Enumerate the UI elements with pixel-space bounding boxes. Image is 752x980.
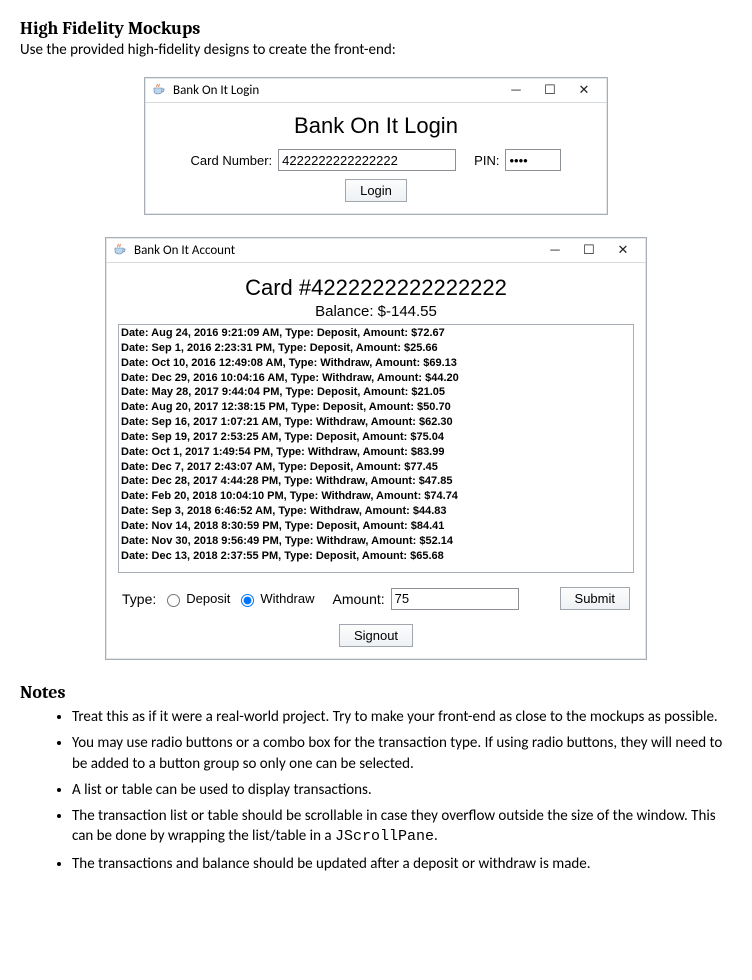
- notes-item: The transactions and balance should be u…: [72, 854, 732, 874]
- transaction-row[interactable]: Date: Dec 28, 2017 4:44:28 PM, Type: Wit…: [121, 474, 631, 489]
- withdraw-radio-label: Withdraw: [260, 591, 314, 606]
- account-window-title: Bank On It Account: [134, 243, 235, 258]
- transaction-row[interactable]: Date: Sep 1, 2016 2:23:31 PM, Type: Depo…: [121, 341, 631, 356]
- transaction-row[interactable]: Date: Nov 30, 2018 9:56:49 PM, Type: Wit…: [121, 534, 631, 549]
- login-client-area: Bank On It Login Card Number: PIN: Login: [145, 103, 607, 214]
- transaction-row[interactable]: Date: Dec 29, 2016 10:04:16 AM, Type: Wi…: [121, 371, 631, 386]
- transaction-row[interactable]: Date: Aug 20, 2017 12:38:15 PM, Type: De…: [121, 400, 631, 415]
- account-client-area: Card #4222222222222222 Balance: $-144.55…: [106, 263, 646, 659]
- java-cup-icon: [112, 242, 128, 258]
- login-button[interactable]: Login: [345, 179, 407, 202]
- transaction-row[interactable]: Date: Feb 20, 2018 10:04:10 PM, Type: Wi…: [121, 489, 631, 504]
- notes-item: The transaction list or table should be …: [72, 806, 732, 848]
- notes-list: Treat this as if it were a real-world pr…: [20, 707, 732, 874]
- account-titlebar: Bank On It Account — ☐ ✕: [106, 238, 646, 263]
- login-window-title: Bank On It Login: [173, 83, 259, 98]
- transaction-row[interactable]: Date: Oct 1, 2017 1:49:54 PM, Type: With…: [121, 445, 631, 460]
- transaction-row[interactable]: Date: Nov 14, 2018 8:30:59 PM, Type: Dep…: [121, 519, 631, 534]
- minimize-button[interactable]: —: [499, 83, 533, 98]
- notes-item: A list or table can be used to display t…: [72, 780, 732, 800]
- card-heading: Card #4222222222222222: [118, 275, 634, 301]
- withdraw-radio[interactable]: Withdraw: [236, 591, 314, 607]
- transaction-row[interactable]: Date: Sep 3, 2018 6:46:52 AM, Type: With…: [121, 504, 631, 519]
- amount-label: Amount:: [333, 591, 385, 607]
- close-button[interactable]: ✕: [606, 243, 640, 258]
- minimize-button[interactable]: —: [538, 243, 572, 258]
- transaction-form: Type: Deposit Withdraw Amount: Submit: [118, 573, 634, 620]
- transaction-row[interactable]: Date: Sep 16, 2017 1:07:21 AM, Type: Wit…: [121, 415, 631, 430]
- transaction-row[interactable]: Date: Oct 10, 2016 12:49:08 AM, Type: Wi…: [121, 356, 631, 371]
- login-form-row: Card Number: PIN:: [157, 149, 595, 171]
- notes-item: Treat this as if it were a real-world pr…: [72, 707, 732, 727]
- deposit-radio[interactable]: Deposit: [162, 591, 230, 607]
- code-token: JScrollPane: [335, 828, 434, 845]
- card-number-input[interactable]: [278, 149, 456, 171]
- login-window: Bank On It Login — ☐ ✕ Bank On It Login …: [144, 77, 608, 215]
- transaction-row[interactable]: Date: Sep 19, 2017 2:53:25 AM, Type: Dep…: [121, 430, 631, 445]
- maximize-button[interactable]: ☐: [533, 83, 567, 98]
- card-number-label: Card Number:: [191, 153, 273, 168]
- section-heading: High Fidelity Mockups: [20, 18, 732, 39]
- signout-button[interactable]: Signout: [339, 624, 413, 647]
- type-label: Type:: [122, 591, 156, 607]
- pin-label: PIN:: [474, 153, 499, 168]
- deposit-radio-label: Deposit: [186, 591, 230, 606]
- amount-input[interactable]: [391, 588, 519, 610]
- notes-item: You may use radio buttons or a combo box…: [72, 733, 732, 774]
- transaction-row[interactable]: Date: Dec 13, 2018 2:37:55 PM, Type: Dep…: [121, 549, 631, 564]
- account-window: Bank On It Account — ☐ ✕ Card #422222222…: [105, 237, 647, 660]
- java-cup-icon: [151, 82, 167, 98]
- maximize-button[interactable]: ☐: [572, 243, 606, 258]
- deposit-radio-input[interactable]: [167, 594, 180, 607]
- close-button[interactable]: ✕: [567, 83, 601, 98]
- transaction-row[interactable]: Date: Dec 7, 2017 2:43:07 AM, Type: Depo…: [121, 460, 631, 475]
- notes-heading: Notes: [20, 682, 732, 703]
- transaction-row[interactable]: Date: May 28, 2017 9:44:04 PM, Type: Dep…: [121, 385, 631, 400]
- submit-button[interactable]: Submit: [560, 587, 630, 610]
- login-heading: Bank On It Login: [157, 113, 595, 139]
- transaction-row[interactable]: Date: Aug 24, 2016 9:21:09 AM, Type: Dep…: [121, 326, 631, 341]
- transactions-list[interactable]: Date: Aug 24, 2016 9:21:09 AM, Type: Dep…: [118, 324, 634, 573]
- login-titlebar: Bank On It Login — ☐ ✕: [145, 78, 607, 103]
- intro-text: Use the provided high-fidelity designs t…: [20, 41, 732, 59]
- withdraw-radio-input[interactable]: [241, 594, 254, 607]
- balance-label: Balance: $-144.55: [118, 303, 634, 320]
- pin-input[interactable]: [505, 149, 561, 171]
